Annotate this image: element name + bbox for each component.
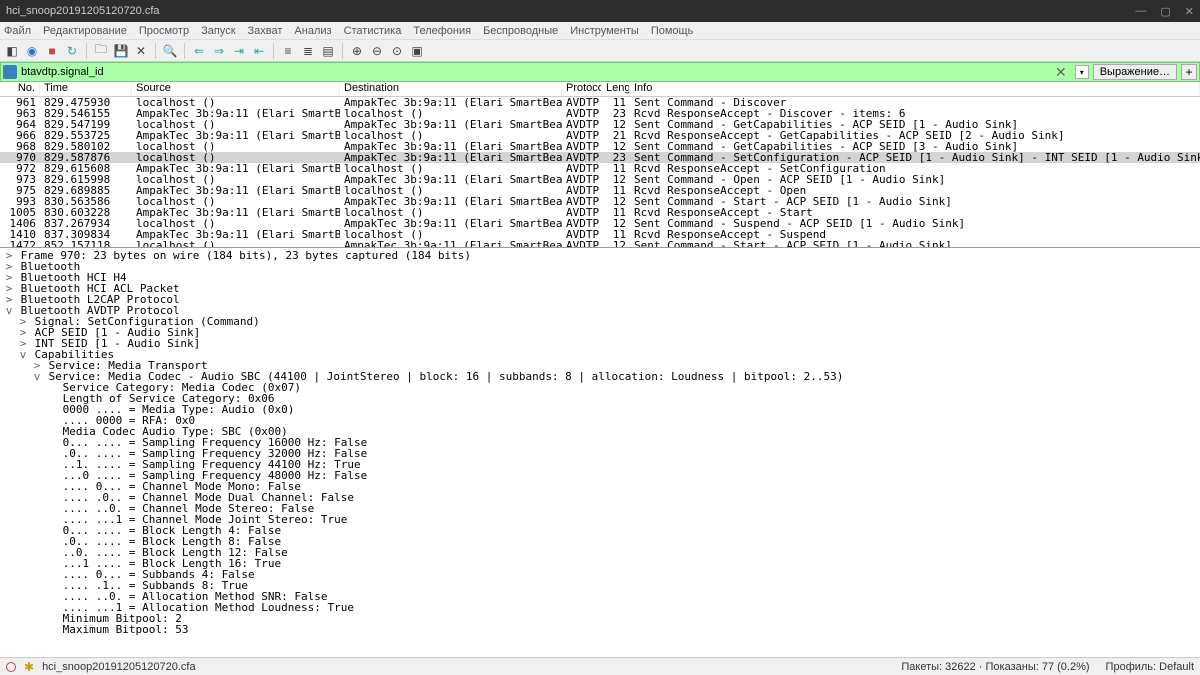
- clear-filter-icon[interactable]: ✕: [1051, 64, 1071, 81]
- bookmark-icon[interactable]: [3, 65, 17, 79]
- tool-icon[interactable]: ▤: [320, 43, 336, 59]
- table-row[interactable]: 972829.615608AmpakTec_3b:9a:11 (Elari Sm…: [0, 163, 1200, 174]
- tool-icon[interactable]: ◧: [4, 43, 20, 59]
- tool-icon[interactable]: ✕: [133, 43, 149, 59]
- tree-node[interactable]: .... ...1 = Allocation Method Loudness: …: [4, 602, 1196, 613]
- capture-indicator-icon: [6, 662, 16, 672]
- display-filter-input[interactable]: [21, 66, 1047, 78]
- tree-node[interactable]: > Bluetooth HCI H4: [4, 272, 1196, 283]
- expression-button[interactable]: Выражение…: [1093, 64, 1177, 80]
- menu-item[interactable]: Файл: [4, 25, 31, 37]
- maximize-button[interactable]: ▢: [1160, 5, 1170, 18]
- titlebar: hci_snoop20191205120720.cfa — ▢ ✕: [0, 0, 1200, 22]
- col-time[interactable]: Time: [40, 82, 132, 96]
- table-row[interactable]: 961829.475930localhost ()AmpakTec_3b:9a:…: [0, 97, 1200, 108]
- tool-icon[interactable]: ■: [44, 43, 60, 59]
- tool-icon[interactable]: ≣: [300, 43, 316, 59]
- menu-item[interactable]: Статистика: [344, 25, 402, 37]
- packet-rows: 961829.475930localhost ()AmpakTec_3b:9a:…: [0, 97, 1200, 248]
- tool-icon[interactable]: ⇥: [231, 43, 247, 59]
- tool-icon[interactable]: 🗀: [93, 43, 109, 59]
- tool-icon[interactable]: ≡: [280, 43, 296, 59]
- close-button[interactable]: ✕: [1185, 5, 1194, 18]
- tool-icon[interactable]: ⊙: [389, 43, 405, 59]
- menu-item[interactable]: Запуск: [201, 25, 235, 37]
- filter-dropdown-icon[interactable]: ▾: [1075, 65, 1089, 79]
- col-src[interactable]: Source: [132, 82, 340, 96]
- status-profile[interactable]: Профиль: Default: [1106, 661, 1194, 673]
- table-row[interactable]: 963829.546155AmpakTec_3b:9a:11 (Elari Sm…: [0, 108, 1200, 119]
- minimize-button[interactable]: —: [1135, 5, 1146, 18]
- col-prot[interactable]: Protocol: [562, 82, 602, 96]
- table-row[interactable]: 973829.615998localhost ()AmpakTec_3b:9a:…: [0, 174, 1200, 185]
- tool-icon[interactable]: ↻: [64, 43, 80, 59]
- menu-item[interactable]: Инструменты: [570, 25, 639, 37]
- tree-node[interactable]: Maximum Bitpool: 53: [4, 624, 1196, 635]
- tree-node[interactable]: > Bluetooth HCI ACL Packet: [4, 283, 1196, 294]
- tool-icon[interactable]: ⇤: [251, 43, 267, 59]
- window-title: hci_snoop20191205120720.cfa: [6, 5, 160, 17]
- table-row[interactable]: 966829.553725AmpakTec_3b:9a:11 (Elari Sm…: [0, 130, 1200, 141]
- packet-list-header: No. Time Source Destination Protocol Len…: [0, 82, 1200, 97]
- status-file: hci_snoop20191205120720.cfa: [42, 661, 196, 673]
- col-info[interactable]: Info: [630, 82, 1200, 96]
- tree-node[interactable]: > Bluetooth: [4, 261, 1196, 272]
- table-row[interactable]: 970829.587876localhost ()AmpakTec_3b:9a:…: [0, 152, 1200, 163]
- tree-node[interactable]: > INT SEID [1 - Audio Sink]: [4, 338, 1196, 349]
- tree-node[interactable]: > Frame 970: 23 bytes on wire (184 bits)…: [4, 250, 1196, 261]
- packet-details-pane[interactable]: > Frame 970: 23 bytes on wire (184 bits)…: [0, 248, 1200, 657]
- col-no[interactable]: No.: [0, 82, 40, 96]
- menu-item[interactable]: Анализ: [294, 25, 331, 37]
- tool-icon[interactable]: ⊕: [349, 43, 365, 59]
- menu-item[interactable]: Захват: [248, 25, 283, 37]
- menu-item[interactable]: Редактирование: [43, 25, 127, 37]
- expand-icon[interactable]: v: [4, 305, 14, 316]
- tool-icon[interactable]: 🔍: [162, 43, 178, 59]
- menu-item[interactable]: Беспроводные: [483, 25, 558, 37]
- filter-add-button[interactable]: +: [1181, 64, 1197, 80]
- expand-icon[interactable]: v: [18, 349, 28, 360]
- table-row[interactable]: 968829.580102localhost ()AmpakTec_3b:9a:…: [0, 141, 1200, 152]
- table-row[interactable]: 1406837.267934localhost ()AmpakTec_3b:9a…: [0, 218, 1200, 229]
- tool-icon[interactable]: ⇐: [191, 43, 207, 59]
- col-dst[interactable]: Destination: [340, 82, 562, 96]
- window-controls: — ▢ ✕: [1135, 5, 1194, 18]
- table-row[interactable]: 1005830.603228AmpakTec_3b:9a:11 (Elari S…: [0, 207, 1200, 218]
- tool-icon[interactable]: ◉: [24, 43, 40, 59]
- status-packets: Пакеты: 32622 · Показаны: 77 (0.2%): [901, 661, 1089, 673]
- menu-item[interactable]: Просмотр: [139, 25, 189, 37]
- menu-item[interactable]: Помощь: [651, 25, 694, 37]
- filter-bar: ✕ ▾ Выражение… +: [0, 62, 1200, 82]
- table-row[interactable]: 993830.563586localhost ()AmpakTec_3b:9a:…: [0, 196, 1200, 207]
- tool-icon[interactable]: ▣: [409, 43, 425, 59]
- tool-icon[interactable]: 💾: [113, 43, 129, 59]
- table-row[interactable]: 975829.689885AmpakTec_3b:9a:11 (Elari Sm…: [0, 185, 1200, 196]
- menu-item[interactable]: Телефония: [413, 25, 471, 37]
- table-row[interactable]: 964829.547199localhost ()AmpakTec_3b:9a:…: [0, 119, 1200, 130]
- statusbar: ✱ hci_snoop20191205120720.cfa Пакеты: 32…: [0, 657, 1200, 675]
- tree-node[interactable]: > Bluetooth L2CAP Protocol: [4, 294, 1196, 305]
- col-len[interactable]: Length: [602, 82, 630, 96]
- tool-icon[interactable]: ⊖: [369, 43, 385, 59]
- packet-list-pane: No. Time Source Destination Protocol Len…: [0, 82, 1200, 248]
- expert-info-icon[interactable]: ✱: [24, 660, 34, 674]
- tool-icon[interactable]: ⇒: [211, 43, 227, 59]
- toolbar: ◧ ◉ ■ ↻ 🗀 💾 ✕ 🔍 ⇐ ⇒ ⇥ ⇤ ≡ ≣ ▤ ⊕ ⊖ ⊙ ▣: [0, 40, 1200, 62]
- menubar: Файл Редактирование Просмотр Запуск Захват Ан…: [0, 22, 1200, 40]
- table-row[interactable]: 1472852.157118localhost ()AmpakTec_3b:9a…: [0, 240, 1200, 248]
- table-row[interactable]: 1410837.309834AmpakTec_3b:9a:11 (Elari S…: [0, 229, 1200, 240]
- expand-icon[interactable]: v: [32, 371, 42, 382]
